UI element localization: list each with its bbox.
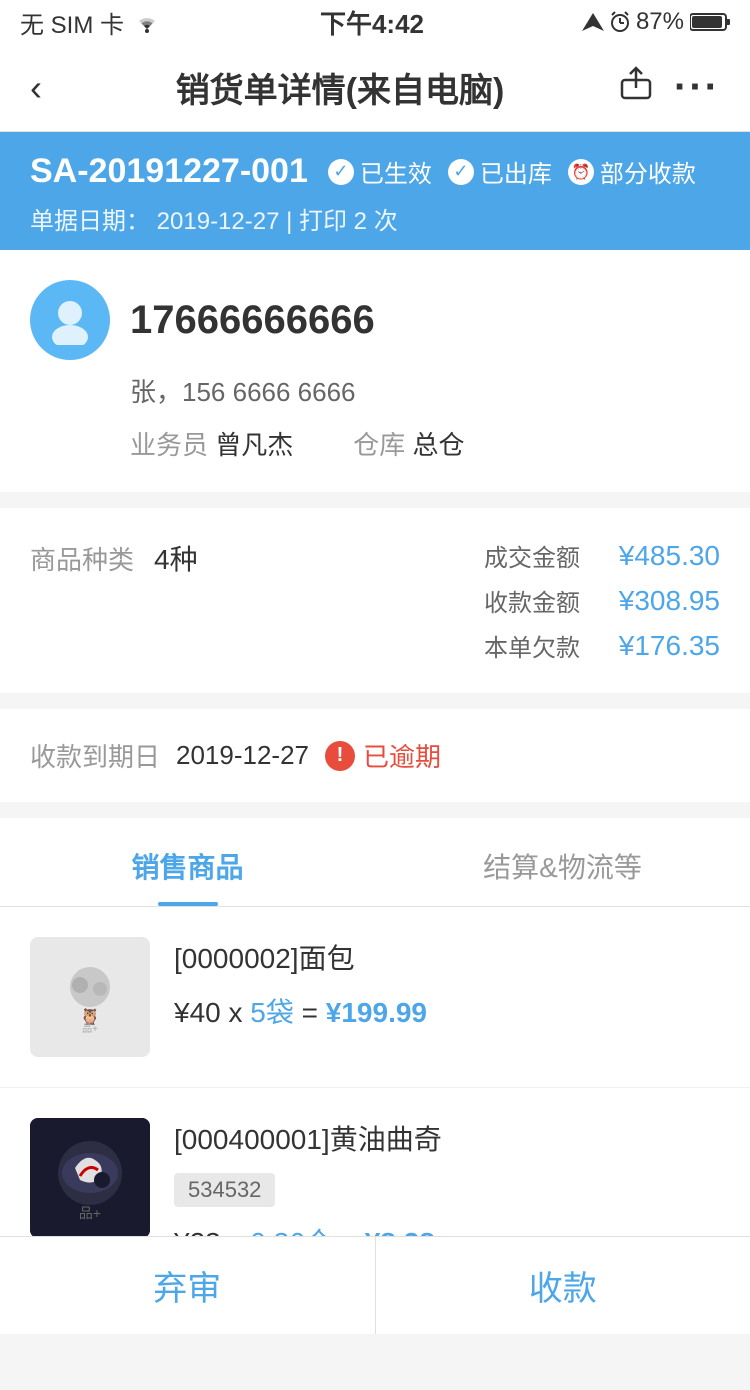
svg-text:品+: 品+ xyxy=(79,1205,101,1221)
more-button[interactable]: ··· xyxy=(674,65,720,110)
tabs-section: 销售商品 结算&物流等 xyxy=(0,818,750,907)
customer-name: 17666666666 xyxy=(130,298,375,343)
tag-shipped-text: 已出库 xyxy=(480,154,552,189)
status-bar: 无 SIM 卡 下午4:42 87% xyxy=(0,0,750,44)
category-label: 商品种类 xyxy=(30,540,134,577)
summary-section: 商品种类 4种 成交金额 ¥485.30 收款金额 ¥308.95 本单欠款 ¥… xyxy=(0,508,750,693)
salesperson-meta: 业务员 曾凡杰 xyxy=(130,425,293,462)
back-button[interactable]: ‹ xyxy=(30,67,62,109)
due-amount-label: 本单欠款 xyxy=(484,628,580,663)
wifi-icon xyxy=(132,11,162,33)
tag-partial-text: 部分收款 xyxy=(600,154,696,189)
nav-bar: ‹ 销货单详情(来自电脑) ··· xyxy=(0,44,750,132)
product-info-1: [0000002]面包 ¥40 x 5袋 = ¥199.99 xyxy=(174,937,720,1031)
tab-sales-products[interactable]: 销售商品 xyxy=(0,818,375,906)
product-qty-1: 5袋 xyxy=(250,997,294,1028)
product-name-1: [0000002]面包 xyxy=(174,937,720,977)
status-right: 87% xyxy=(582,8,730,36)
carrier-text: 无 SIM 卡 xyxy=(20,5,124,40)
overdue-badge: ! 已逾期 xyxy=(325,737,441,774)
product-name-2: [000400001]黄油曲奇 xyxy=(174,1118,720,1158)
bottom-bar: 弃审 收款 xyxy=(0,1236,750,1334)
clock-icon: ⏰ xyxy=(568,159,594,185)
overdue-text: 已逾期 xyxy=(363,737,441,774)
category-count: 4种 xyxy=(154,538,198,578)
doc-date-label: 单据日期： xyxy=(30,208,150,235)
overdue-icon: ! xyxy=(325,741,355,771)
salesperson-value: 曾凡杰 xyxy=(215,430,293,460)
product-total-1: ¥199.99 xyxy=(326,997,427,1028)
warehouse-meta: 仓库 总仓 xyxy=(353,425,464,462)
summary-right: 成交金额 ¥485.30 收款金额 ¥308.95 本单欠款 ¥176.35 xyxy=(484,538,720,663)
product-badge-2: 534532 xyxy=(174,1173,275,1207)
page-title: 销货单详情(来自电脑) xyxy=(62,63,618,112)
location-icon xyxy=(582,11,604,33)
product-thumb-2: 品+ xyxy=(30,1118,150,1238)
product-price-text-1: ¥40 x xyxy=(174,997,250,1028)
print-info: | 打印 2 次 xyxy=(286,208,398,235)
salesperson-label: 业务员 xyxy=(130,430,208,460)
warehouse-label: 仓库 xyxy=(353,430,405,460)
tag-effective-text: 已生效 xyxy=(360,154,432,189)
product-thumb-1: 🦉 品+ xyxy=(30,937,150,1057)
received-label: 收款金额 xyxy=(484,583,580,618)
svg-text:品+: 品+ xyxy=(82,1023,98,1035)
nav-actions: ··· xyxy=(618,65,720,110)
collect-button[interactable]: 收款 xyxy=(376,1237,750,1334)
summary-left: 商品种类 4种 xyxy=(30,538,198,578)
check-icon-2: ✓ xyxy=(448,159,474,185)
status-tags: ✓ 已生效 ✓ 已出库 ⏰ 部分收款 xyxy=(328,154,696,189)
due-date-value: 2019-12-27 xyxy=(176,740,309,771)
alarm-icon xyxy=(610,11,630,33)
order-id: SA-20191227-001 xyxy=(30,152,308,191)
battery-text: 87% xyxy=(636,8,684,36)
warehouse-value: 总仓 xyxy=(413,430,465,460)
status-time: 下午4:42 xyxy=(320,4,424,41)
abandon-button[interactable]: 弃审 xyxy=(0,1237,376,1334)
received-value: ¥308.95 xyxy=(600,585,720,617)
banner-row2: 单据日期： 2019-12-27 | 打印 2 次 xyxy=(30,201,720,236)
check-icon-1: ✓ xyxy=(328,159,354,185)
status-left: 无 SIM 卡 xyxy=(20,5,162,40)
due-amount-row: 本单欠款 ¥176.35 xyxy=(484,628,720,663)
banner-row1: SA-20191227-001 ✓ 已生效 ✓ 已出库 ⏰ 部分收款 xyxy=(30,152,720,191)
deal-amount-label: 成交金额 xyxy=(484,538,580,573)
tab-settlement[interactable]: 结算&物流等 xyxy=(375,818,750,906)
product-list: 🦉 品+ [0000002]面包 ¥40 x 5袋 = ¥199.99 品+ xyxy=(0,907,750,1292)
deal-amount-value: ¥485.30 xyxy=(600,540,720,572)
status-tag-shipped: ✓ 已出库 xyxy=(448,154,552,189)
received-row: 收款金额 ¥308.95 xyxy=(484,583,720,618)
tabs-row: 销售商品 结算&物流等 xyxy=(0,818,750,907)
customer-row: 17666666666 xyxy=(30,280,720,360)
customer-meta: 业务员 曾凡杰 仓库 总仓 xyxy=(30,425,720,462)
customer-section: 17666666666 张，156 6666 6666 业务员 曾凡杰 仓库 总… xyxy=(0,250,750,492)
due-date-label: 收款到期日 xyxy=(30,737,160,774)
avatar xyxy=(30,280,110,360)
status-tag-partial: ⏰ 部分收款 xyxy=(568,154,696,189)
customer-sub: 张，156 6666 6666 xyxy=(30,372,720,409)
status-tag-effective: ✓ 已生效 xyxy=(328,154,432,189)
deal-amount-row: 成交金额 ¥485.30 xyxy=(484,538,720,573)
doc-date-value: 2019-12-27 xyxy=(157,208,280,235)
due-date-section: 收款到期日 2019-12-27 ! 已逾期 xyxy=(0,709,750,802)
header-banner: SA-20191227-001 ✓ 已生效 ✓ 已出库 ⏰ 部分收款 xyxy=(0,132,750,250)
product-price-row-1: ¥40 x 5袋 = ¥199.99 xyxy=(174,991,720,1031)
product-equals-1: = xyxy=(294,997,326,1028)
share-button[interactable] xyxy=(618,66,654,110)
due-amount-value: ¥176.35 xyxy=(600,630,720,662)
battery-icon xyxy=(690,11,730,33)
product-item: 🦉 品+ [0000002]面包 ¥40 x 5袋 = ¥199.99 xyxy=(0,907,750,1088)
